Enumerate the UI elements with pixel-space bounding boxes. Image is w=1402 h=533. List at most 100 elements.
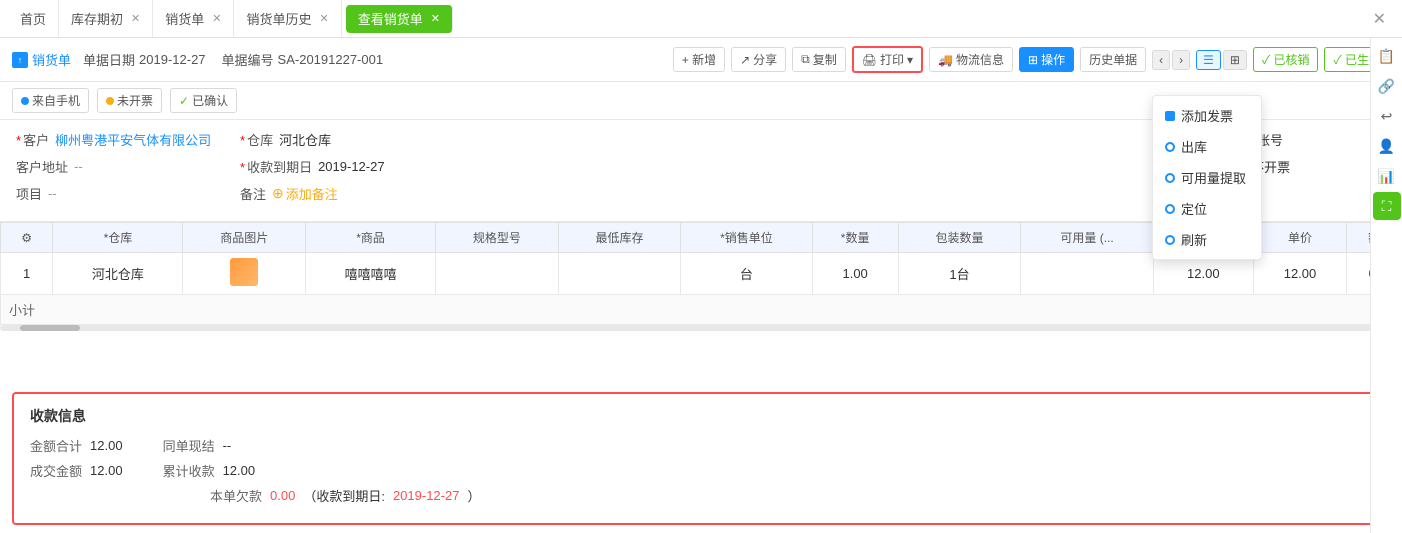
row-spec — [436, 253, 559, 295]
subtotal-label: 小计 — [1, 295, 1402, 325]
row-product: 嘻嘻嘻嘻 — [306, 253, 436, 295]
payment-row-3: 本单欠款 0.00 （收款到期日: 2019-12-27 ） — [30, 486, 1372, 505]
warehouse-field: 仓库 河北仓库 — [240, 130, 440, 149]
tab-inventory-label: 库存期初 — [71, 9, 123, 28]
menu-item-refresh[interactable]: 刷新 — [1153, 224, 1261, 255]
menu-outbound-icon — [1165, 142, 1175, 152]
customer-value[interactable]: 柳州粤港平安气体有限公司 — [55, 130, 211, 149]
ops-dropdown-menu: 添加发票 出库 可用量提取 定位 刷新 — [1152, 95, 1262, 260]
sidebar-icon-chart[interactable]: 📊 — [1373, 162, 1401, 190]
doc-meta: 单据日期 2019-12-27 单据编号 SA-20191227-001 — [83, 50, 383, 69]
same-order-label: 同单现结 — [163, 436, 215, 455]
list-view-button[interactable]: ☰ — [1196, 50, 1221, 70]
prev-button[interactable]: ‹ — [1152, 50, 1170, 70]
scroll-thumb[interactable] — [20, 325, 80, 331]
next-button[interactable]: › — [1172, 50, 1190, 70]
nav-arrows: ‹ › — [1152, 50, 1190, 70]
accumulated-payment-value: 12.00 — [223, 463, 256, 478]
grid-view-button[interactable]: ⊞ — [1223, 50, 1247, 70]
col-product-img: 商品图片 — [183, 223, 306, 253]
tab-inventory-init[interactable]: 库存期初 ✕ — [59, 0, 153, 38]
col-min-stock: 最低库存 — [558, 223, 681, 253]
col-warehouse: *仓库 — [53, 223, 183, 253]
tab-inventory-close[interactable]: ✕ — [131, 12, 140, 25]
unopened-button[interactable]: 未开票 — [97, 88, 162, 113]
ops-icon: ⊞ — [1028, 53, 1038, 67]
menu-add-invoice-icon — [1165, 111, 1175, 121]
tab-bar: 首页 库存期初 ✕ 销货单 ✕ 销货单历史 ✕ 查看销货单 ✕ ✕ — [0, 0, 1402, 38]
sidebar-icon-link[interactable]: 🔗 — [1373, 72, 1401, 100]
sidebar-icon-expand[interactable]: ⛶ — [1373, 192, 1401, 220]
unopened-dot-icon — [106, 97, 114, 105]
note-label: 备注 — [240, 184, 266, 203]
row-min-stock — [558, 253, 681, 295]
tab-history-label: 销货单历史 — [246, 9, 311, 28]
new-button[interactable]: + 新增 — [673, 47, 725, 72]
accumulated-payment-item: 累计收款 12.00 — [163, 461, 256, 480]
customer-field: 客户 柳州粤港平安气体有限公司 — [16, 130, 216, 149]
row-no: 1 — [1, 253, 53, 295]
tab-view-close[interactable]: ✕ — [431, 12, 440, 25]
doc-type-icon: ↑ — [12, 52, 28, 68]
horizontal-scrollbar[interactable] — [0, 325, 1402, 331]
print-dropdown-icon: ▾ — [907, 53, 913, 67]
total-amount-item: 金额合计 12.00 — [30, 436, 123, 455]
col-pkg-qty: 包装数量 — [898, 223, 1021, 253]
warehouse-value: 河北仓库 — [279, 130, 331, 149]
copy-button[interactable]: ⧉ 复制 — [792, 47, 846, 72]
logistics-icon: 🚚 — [938, 53, 953, 67]
doc-date-field: 单据日期 2019-12-27 — [83, 50, 206, 69]
menu-item-add-invoice[interactable]: 添加发票 — [1153, 100, 1261, 131]
logistics-button[interactable]: 🚚 物流信息 — [929, 47, 1013, 72]
project-label: 项目 — [16, 184, 42, 203]
sidebar-icon-doc[interactable]: 📋 — [1373, 42, 1401, 70]
right-sidebar: 📋 🔗 ↩ 👤 📊 ⛶ — [1370, 38, 1402, 533]
menu-add-invoice-label: 添加发票 — [1181, 106, 1233, 125]
row-sales-unit: 台 — [681, 253, 812, 295]
col-settings[interactable]: ⚙ — [1, 223, 53, 253]
phone-dot-icon — [21, 97, 29, 105]
tab-sales-order[interactable]: 销货单 ✕ — [153, 0, 234, 38]
payment-title: 收款信息 — [30, 406, 1372, 426]
print-icon: 🖨 — [862, 53, 877, 67]
customer-label: 客户 — [16, 130, 49, 149]
menu-item-locate[interactable]: 定位 — [1153, 193, 1261, 224]
copy-icon: ⧉ — [801, 52, 810, 67]
tab-view-sales[interactable]: 查看销货单 ✕ — [346, 5, 453, 33]
row-quantity: 1.00 — [812, 253, 898, 295]
sidebar-icon-user[interactable]: 👤 — [1373, 132, 1401, 160]
tab-sales-close[interactable]: ✕ — [212, 12, 221, 25]
ops-button[interactable]: ⊞ 操作 — [1019, 47, 1074, 72]
menu-avail-label: 可用量提取 — [1181, 168, 1246, 187]
menu-refresh-label: 刷新 — [1181, 230, 1207, 249]
payment-row-2: 成交金额 12.00 累计收款 12.00 — [30, 461, 1372, 480]
menu-item-available-qty[interactable]: 可用量提取 — [1153, 162, 1261, 193]
due-date-field: 收款到期日 2019-12-27 — [240, 157, 440, 176]
tab-home-label: 首页 — [20, 9, 46, 28]
history-button[interactable]: 历史单据 — [1080, 47, 1146, 72]
col-sales-unit: *销售单位 — [681, 223, 812, 253]
sidebar-icon-return[interactable]: ↩ — [1373, 102, 1401, 130]
same-order-value: -- — [223, 438, 232, 453]
toolbar-right: + 新增 ↗ 分享 ⧉ 复制 🖨 打印 ▾ 🚚 物流信息 — [673, 46, 1390, 73]
col-quantity: *数量 — [812, 223, 898, 253]
add-note-button[interactable]: ⊕ 添加备注 — [272, 184, 338, 203]
tab-home[interactable]: 首页 — [8, 0, 59, 38]
confirm-button[interactable]: ✓ 已确认 — [170, 88, 237, 113]
note-field: 备注 ⊕ 添加备注 — [240, 184, 440, 203]
same-order-settle-item: 同单现结 -- — [163, 436, 232, 455]
tab-history-close[interactable]: ✕ — [320, 12, 329, 25]
row-available — [1021, 253, 1154, 295]
global-close-button[interactable]: ✕ — [1365, 9, 1394, 29]
product-image — [230, 258, 258, 286]
menu-item-outbound[interactable]: 出库 — [1153, 131, 1261, 162]
tab-sales-history[interactable]: 销货单历史 ✕ — [234, 0, 341, 38]
col-available: 可用量 (... — [1021, 223, 1154, 253]
app-container: 首页 库存期初 ✕ 销货单 ✕ 销货单历史 ✕ 查看销货单 ✕ ✕ ↑ 销货单 — [0, 0, 1402, 533]
row-product-img — [183, 253, 306, 295]
from-phone-button[interactable]: 来自手机 — [12, 88, 89, 113]
share-button[interactable]: ↗ 分享 — [731, 47, 786, 72]
subtotal-row: 小计 — [1, 295, 1402, 325]
print-button[interactable]: 🖨 打印 ▾ — [852, 46, 923, 73]
canceled-button[interactable]: ✓ 已核销 — [1253, 47, 1319, 72]
